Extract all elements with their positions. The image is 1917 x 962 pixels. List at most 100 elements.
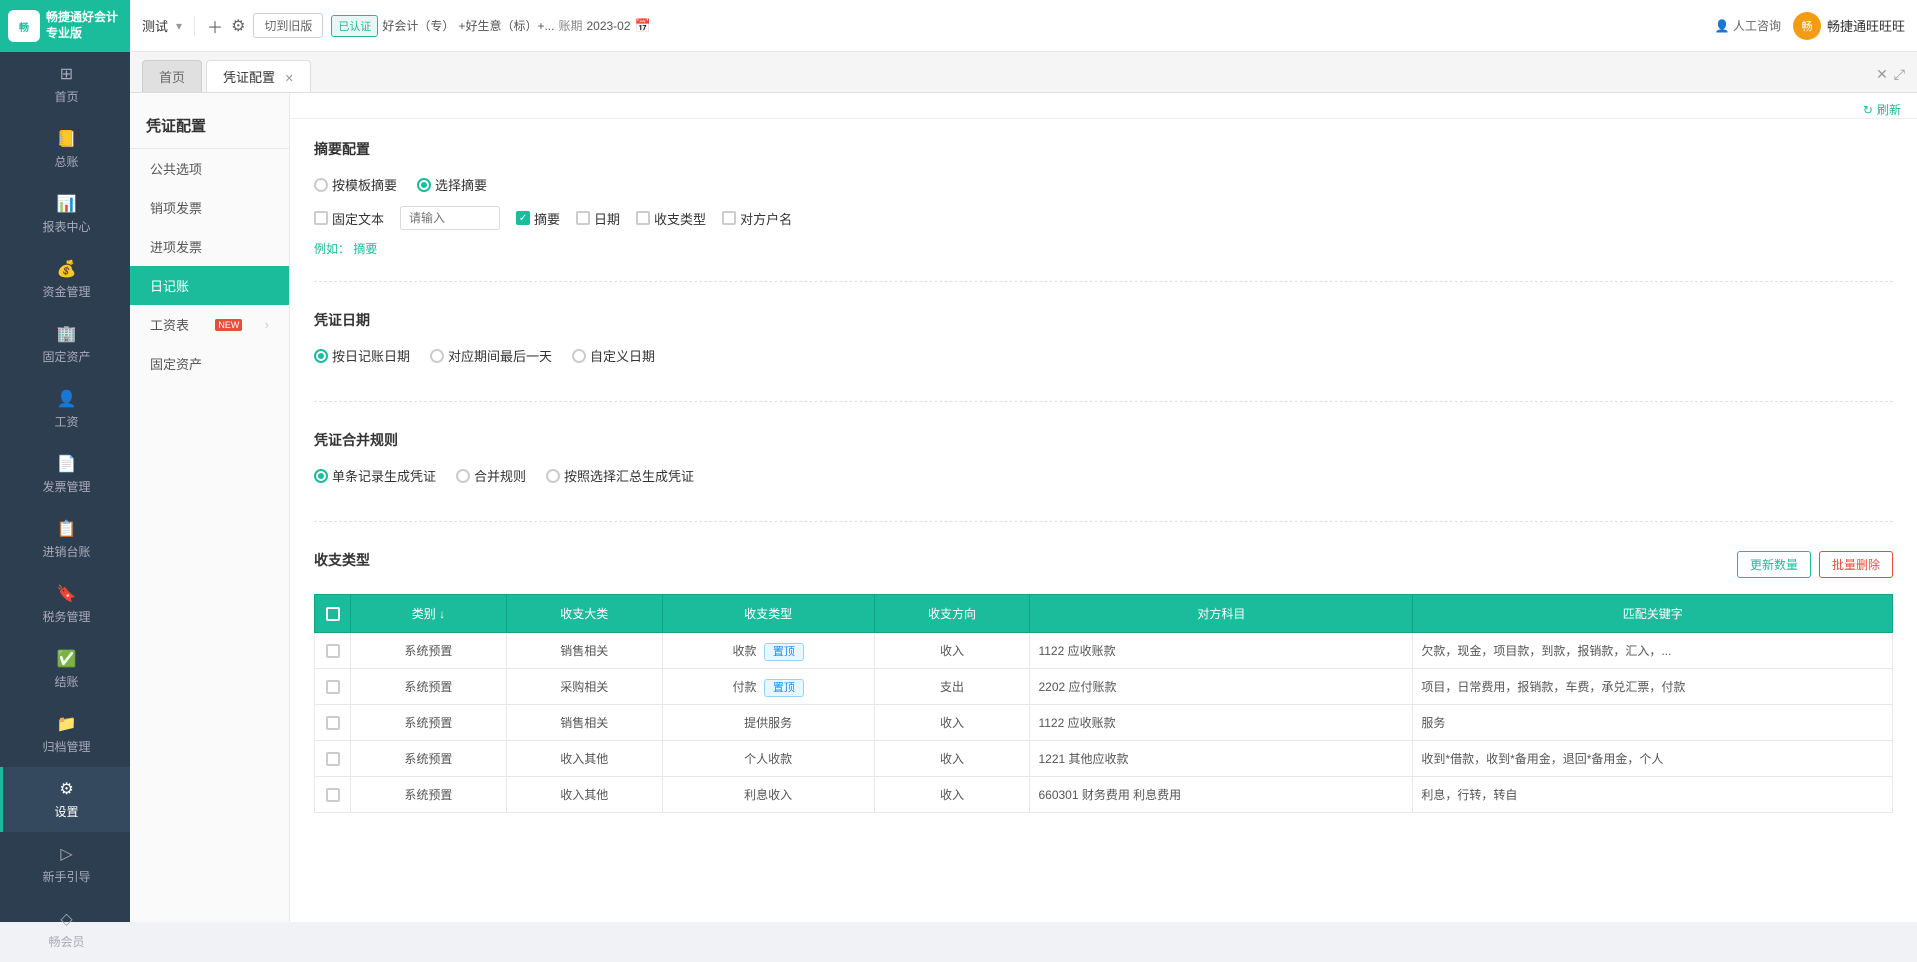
td-keywords-0: 欠款，现金，项目款，到款，报销款，汇入，... [1413,633,1893,669]
tabbar: 首页 凭证配置 ✕ ✕ ⤢ [130,52,1917,93]
sidebar-item-label: 总账 [54,153,78,170]
sidebar-item-fixed-assets[interactable]: 🏢 固定资产 [0,312,130,377]
radio-merge-rule-icon [456,469,470,483]
checkbox-counterparty[interactable]: 对方户名 [722,209,792,228]
sidebar-item-purchase-sale[interactable]: 📋 进销台账 [0,507,130,572]
type-tag-0[interactable]: 置顶 [764,643,804,661]
chevron-right-icon: › [265,317,269,332]
radio-template-summary[interactable]: 按模板摘要 [314,175,397,194]
type-tag-1[interactable]: 置顶 [764,679,804,697]
radio-custom-date[interactable]: 自定义日期 [572,346,655,365]
service-button[interactable]: 👤 人工咨询 [1715,17,1781,34]
date-section-title: 凭证日期 [314,310,1893,330]
sidebar-item-close-account[interactable]: ✅ 结账 [0,637,130,702]
sidebar-item-tax[interactable]: 🔖 税务管理 [0,572,130,637]
td-major-2: 销售相关 [506,705,662,741]
dropdown-arrow-icon[interactable]: ▾ [176,19,182,33]
td-subject-3: 1221 其他应收款 [1030,741,1413,777]
left-nav-item-fixed-assets-sub[interactable]: 固定资产 [130,344,289,383]
settings-icon[interactable]: ⚙ [231,16,245,36]
td-checkbox-1[interactable] [315,669,351,705]
refresh-button[interactable]: ↻ 刷新 [1863,101,1901,118]
extra-tag: +好生意（标）+... [458,17,554,34]
td-category-2: 系统预置 [351,705,507,741]
window-close-button[interactable]: ✕ [1876,66,1888,83]
checkbox-summary[interactable]: ✓ 摘要 [516,209,560,228]
ledger-icon: 📒 [57,129,77,149]
td-direction-0: 收入 [874,633,1030,669]
sidebar-item-member[interactable]: ◇ 畅会员 [0,897,130,962]
radio-select-summary[interactable]: 选择摘要 [417,175,487,194]
sidebar-item-settings[interactable]: ⚙ 设置 [0,767,130,832]
radio-aggregate[interactable]: 按照选择汇总生成凭证 [546,466,694,485]
fixed-text-input[interactable] [400,206,500,230]
th-type: 收支类型 [662,595,874,633]
sidebar-item-payroll[interactable]: 👤 工资 [0,377,130,442]
td-type-2: 提供服务 [662,705,874,741]
calendar-icon[interactable]: 📅 [635,18,651,34]
sidebar-item-archive[interactable]: 📁 归档管理 [0,702,130,767]
checkbox-summary-box: ✓ [516,211,530,225]
td-checkbox-3[interactable] [315,741,351,777]
sidebar-item-label: 工资 [54,413,78,430]
merge-radio-group: 单条记录生成凭证 合并规则 按照选择汇总生成凭证 [314,466,1893,485]
radio-single-record-icon [314,469,328,483]
radio-period-last-day[interactable]: 对应期间最后一天 [430,346,552,365]
sidebar-item-capital[interactable]: 💰 资金管理 [0,247,130,312]
window-maximize-button[interactable]: ⤢ [1894,66,1905,83]
sidebar-item-general-ledger[interactable]: 📒 总账 [0,117,130,182]
example-text: 例如： 摘要 [314,240,1893,257]
td-subject-0: 1122 应收账款 [1030,633,1413,669]
radio-single-record[interactable]: 单条记录生成凭证 [314,466,436,485]
table-row: 系统预置 销售相关 收款 置顶 收入 1122 应收账款 欠款，现金，项目款，到… [315,633,1893,669]
sidebar-item-home[interactable]: ⊞ 首页 [0,52,130,117]
close-account-icon: ✅ [57,649,77,669]
td-major-1: 采购相关 [506,669,662,705]
summary-radio-group: 按模板摘要 选择摘要 [314,175,1893,194]
period-value: 2023-02 [586,19,630,33]
income-expense-section: 收支类型 更新数量 批量删除 [314,550,1893,837]
th-checkbox[interactable] [315,595,351,633]
left-nav-item-sales-invoice[interactable]: 销项发票 [130,188,289,227]
td-checkbox-4[interactable] [315,777,351,813]
left-nav-item-payroll-table[interactable]: 工资表 NEW › [130,305,289,344]
radio-merge-rule[interactable]: 合并规则 [456,466,526,485]
main-area: 测试 ▾ ＋ ⚙ 切到旧版 已认证 好会计（专） +好生意（标）+... 账期 … [130,0,1917,922]
separator [194,16,195,36]
page-title: 凭证配置 [146,115,206,136]
refresh-icon: ↻ [1863,103,1873,117]
purchase-icon: 📋 [57,519,77,539]
th-major: 收支大类 [506,595,662,633]
radio-aggregate-icon [546,469,560,483]
archive-icon: 📁 [57,714,77,734]
left-nav-item-public[interactable]: 公共选项 [130,149,289,188]
batch-delete-button[interactable]: 批量删除 [1819,551,1893,578]
checkbox-type-box [636,211,650,225]
sidebar-item-invoice[interactable]: 📄 发票管理 [0,442,130,507]
sidebar-item-reports[interactable]: 📊 报表中心 [0,182,130,247]
add-icon[interactable]: ＋ [207,14,223,38]
td-checkbox-2[interactable] [315,705,351,741]
checkbox-fixed-text[interactable]: 固定文本 [314,209,384,228]
left-nav-item-purchase-invoice[interactable]: 进项发票 [130,227,289,266]
sidebar: 畅 畅捷通好会计 专业版 ⊞ 首页 📒 总账 📊 报表中心 💰 资金管理 🏢 固… [0,0,130,922]
invoice-icon: 📄 [57,454,77,474]
td-direction-1: 支出 [874,669,1030,705]
product-tag: 好会计（专） [382,17,454,34]
topbar-right: 👤 人工咨询 畅 畅捷通旺旺旺 [1715,12,1905,40]
switch-version-button[interactable]: 切到旧版 [253,13,323,38]
left-nav-item-journal[interactable]: 日记账 [130,266,289,305]
td-checkbox-0[interactable] [315,633,351,669]
tab-voucher-config[interactable]: 凭证配置 ✕ [206,60,311,92]
update-quantity-button[interactable]: 更新数量 [1737,551,1811,578]
income-expense-title: 收支类型 [314,550,370,570]
sidebar-item-guide[interactable]: ▷ 新手引导 [0,832,130,897]
radio-journal-date[interactable]: 按日记账日期 [314,346,410,365]
checkbox-date[interactable]: 日期 [576,209,620,228]
checkbox-type[interactable]: 收支类型 [636,209,706,228]
tab-close-icon[interactable]: ✕ [285,73,294,85]
user-profile[interactable]: 畅 畅捷通旺旺旺 [1793,12,1905,40]
tab-home[interactable]: 首页 [142,60,202,92]
td-category-0: 系统预置 [351,633,507,669]
sidebar-item-label: 新手引导 [42,868,90,885]
